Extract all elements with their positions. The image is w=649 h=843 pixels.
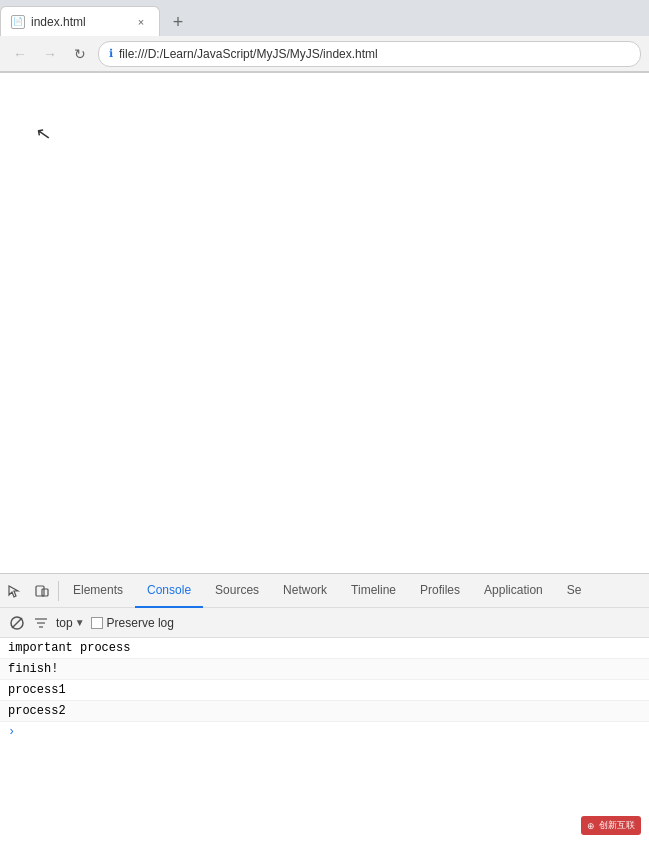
tab-elements[interactable]: Elements (61, 574, 135, 608)
url-text: file:///D:/Learn/JavaScript/MyJS/MyJS/in… (119, 47, 378, 61)
console-line: finish! (0, 659, 649, 680)
console-context-selector[interactable]: top ▼ (56, 616, 85, 630)
svg-rect-1 (36, 586, 44, 596)
console-context-arrow: ▼ (75, 617, 85, 628)
console-toolbar: top ▼ Preserve log (0, 608, 649, 638)
back-button[interactable]: ← (8, 42, 32, 66)
url-bar[interactable]: ℹ file:///D:/Learn/JavaScript/MyJS/MyJS/… (98, 41, 641, 67)
tab-close-button[interactable]: × (133, 14, 149, 30)
browser-tab[interactable]: 📄 index.html × (0, 6, 160, 36)
tab-profiles[interactable]: Profiles (408, 574, 472, 608)
devtools-tabs: Elements Console Sources Network Timelin… (61, 574, 593, 608)
console-prompt[interactable]: › (0, 722, 649, 742)
console-filter-button[interactable] (32, 614, 50, 632)
console-output: important process finish! process1 proce… (0, 638, 649, 742)
svg-marker-0 (9, 586, 18, 597)
device-mode-button[interactable] (28, 577, 56, 605)
tab-console[interactable]: Console (135, 574, 203, 608)
inspect-element-button[interactable] (0, 577, 28, 605)
browser-chrome: 📄 index.html × + ← → ↻ ℹ file:///D:/Lear… (0, 0, 649, 73)
svg-line-4 (12, 618, 22, 628)
reload-button[interactable]: ↻ (68, 42, 92, 66)
tab-sources[interactable]: Sources (203, 574, 271, 608)
console-context-label: top (56, 616, 73, 630)
tab-network[interactable]: Network (271, 574, 339, 608)
watermark-text: 创新互联 (599, 819, 635, 832)
tab-favicon: 📄 (11, 15, 25, 29)
tab-title: index.html (31, 15, 127, 29)
new-tab-button[interactable]: + (164, 8, 192, 36)
devtools-header: Elements Console Sources Network Timelin… (0, 574, 649, 608)
watermark-icon: ⊕ (587, 821, 595, 831)
devtools-separator (58, 581, 59, 601)
cursor: ↖ (35, 124, 53, 144)
preserve-log-text: Preserve log (107, 616, 174, 630)
address-bar: ← → ↻ ℹ file:///D:/Learn/JavaScript/MyJS… (0, 36, 649, 72)
console-line: important process (0, 638, 649, 659)
page-content: ↖ (0, 73, 649, 530)
forward-button[interactable]: → (38, 42, 62, 66)
console-line: process2 (0, 701, 649, 722)
preserve-log-label[interactable]: Preserve log (91, 616, 174, 630)
console-clear-button[interactable] (8, 614, 26, 632)
devtools-panel: Elements Console Sources Network Timelin… (0, 573, 649, 843)
tab-application[interactable]: Application (472, 574, 555, 608)
prompt-arrow-icon: › (8, 725, 15, 739)
tab-security[interactable]: Se (555, 574, 594, 608)
preserve-log-checkbox[interactable] (91, 617, 103, 629)
tab-bar: 📄 index.html × + (0, 0, 649, 36)
secure-icon: ℹ (109, 47, 113, 60)
watermark: ⊕ 创新互联 (581, 816, 641, 835)
tab-timeline[interactable]: Timeline (339, 574, 408, 608)
svg-rect-2 (42, 589, 48, 596)
console-line: process1 (0, 680, 649, 701)
